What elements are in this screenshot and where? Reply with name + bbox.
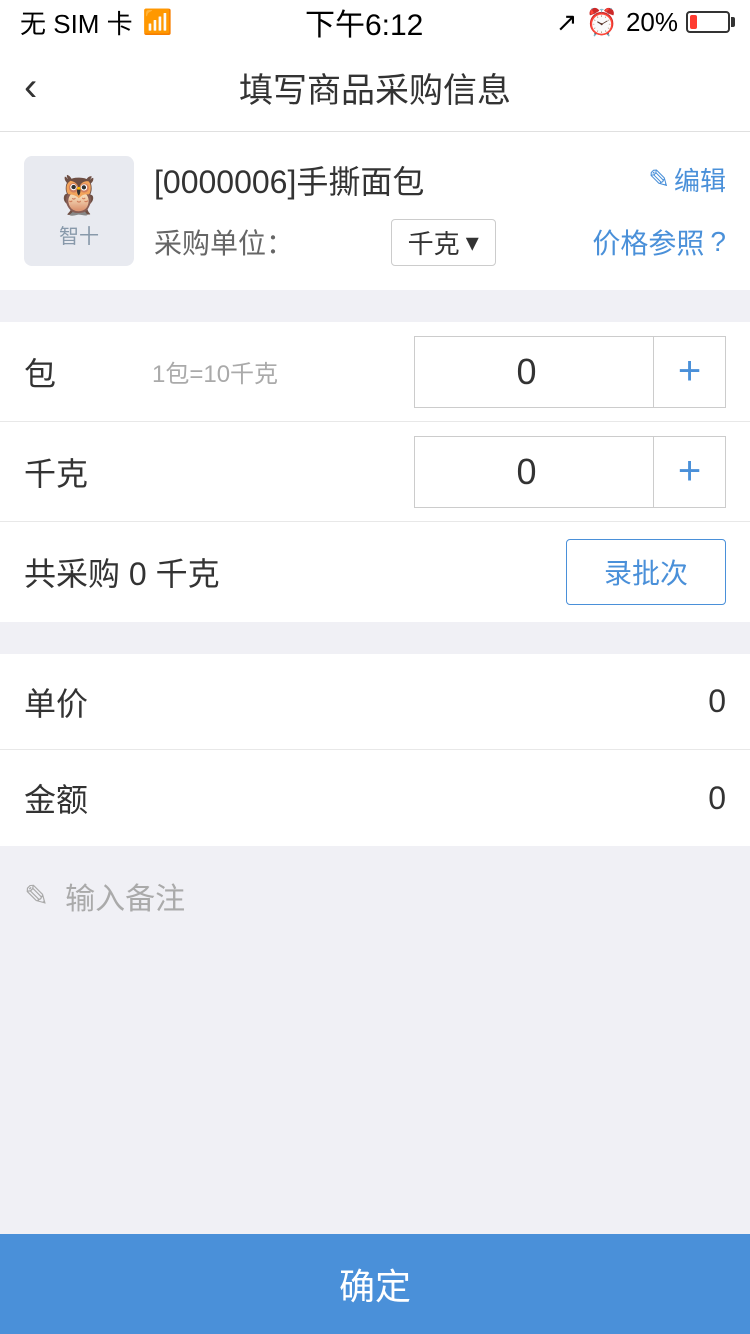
nav-bar: ‹ 填写商品采购信息 [0, 44, 750, 132]
total-row: 共采购 0 千克 录批次 [0, 522, 750, 622]
product-image: 🦉 智十 [24, 156, 134, 266]
kg-input-row: 千克 + [0, 422, 750, 522]
bao-input-row: 包 1包=10千克 + [0, 322, 750, 422]
unit-price-value: 0 [708, 683, 726, 720]
product-logo-icon: 🦉 [55, 174, 102, 218]
unit-select[interactable]: 千克 ▾ [391, 219, 496, 266]
price-ref-label: 价格参照 [592, 222, 704, 262]
product-card: 🦉 智十 [0000006]手撕面包 ✎ 编辑 采购单位： 千克 ▾ 价格参照 … [0, 132, 750, 290]
unit-price-row: 单价 0 [0, 654, 750, 750]
edit-button[interactable]: ✎ 编辑 [648, 161, 726, 198]
section-separator-1 [0, 306, 750, 322]
pencil-icon: ✎ [24, 879, 49, 914]
remark-input[interactable]: 输入备注 [65, 874, 185, 918]
bao-plus-button[interactable]: + [654, 336, 726, 408]
confirm-label: 确定 [339, 1258, 411, 1310]
info-section: 单价 0 金额 0 [0, 654, 750, 846]
edit-label[interactable]: 编辑 [674, 161, 726, 198]
remark-section[interactable]: ✎ 输入备注 [0, 848, 750, 944]
no-sim-text: 无 SIM 卡 [20, 4, 133, 41]
chevron-down-icon: ▾ [466, 227, 479, 258]
status-left: 无 SIM 卡 📶 [20, 4, 173, 41]
unit-value: 千克 [408, 224, 460, 261]
product-name-row: [0000006]手撕面包 ✎ 编辑 [154, 157, 726, 203]
amount-value: 0 [708, 780, 726, 817]
kg-quantity-input[interactable] [414, 436, 654, 508]
record-batch-button[interactable]: 录批次 [566, 539, 726, 605]
wifi-icon: 📶 [143, 8, 173, 37]
amount-row: 金额 0 [0, 750, 750, 846]
bao-label: 包 [24, 349, 144, 395]
status-right: ↗ ⏰ 20% [556, 7, 730, 38]
alarm-icon: ⏰ [586, 7, 618, 38]
kg-label: 千克 [24, 449, 144, 495]
input-section: 包 1包=10千克 + 千克 + [0, 322, 750, 522]
bao-sub-label: 1包=10千克 [152, 354, 414, 389]
kg-input-right: + [414, 436, 726, 508]
purchase-unit-row: 采购单位： 千克 ▾ 价格参照 ? [154, 219, 726, 266]
battery-pct: 20% [626, 7, 678, 38]
section-separator-2 [0, 622, 750, 638]
bao-input-right: + [414, 336, 726, 408]
product-image-label: 智十 [59, 220, 99, 249]
amount-label: 金额 [24, 775, 708, 821]
status-time: 下午6:12 [305, 0, 423, 44]
product-name: [0000006]手撕面包 [154, 157, 424, 203]
status-bar: 无 SIM 卡 📶 下午6:12 ↗ ⏰ 20% [0, 0, 750, 44]
total-label: 共采购 0 千克 [24, 549, 566, 595]
kg-plus-button[interactable]: + [654, 436, 726, 508]
product-info: [0000006]手撕面包 ✎ 编辑 采购单位： 千克 ▾ 价格参照 ? [154, 157, 726, 266]
price-ref-button[interactable]: 价格参照 ? [592, 222, 726, 262]
bao-quantity-input[interactable] [414, 336, 654, 408]
back-button[interactable]: ‹ [24, 65, 37, 110]
page-title: 填写商品采购信息 [239, 63, 511, 112]
battery-icon [686, 11, 730, 33]
help-icon: ? [710, 226, 726, 258]
confirm-button[interactable]: 确定 [0, 1234, 750, 1334]
battery-fill [690, 15, 697, 29]
purchase-unit-label: 采购单位： [154, 222, 294, 262]
unit-price-label: 单价 [24, 679, 708, 725]
edit-icon: ✎ [648, 164, 670, 195]
location-icon: ↗ [556, 7, 578, 38]
